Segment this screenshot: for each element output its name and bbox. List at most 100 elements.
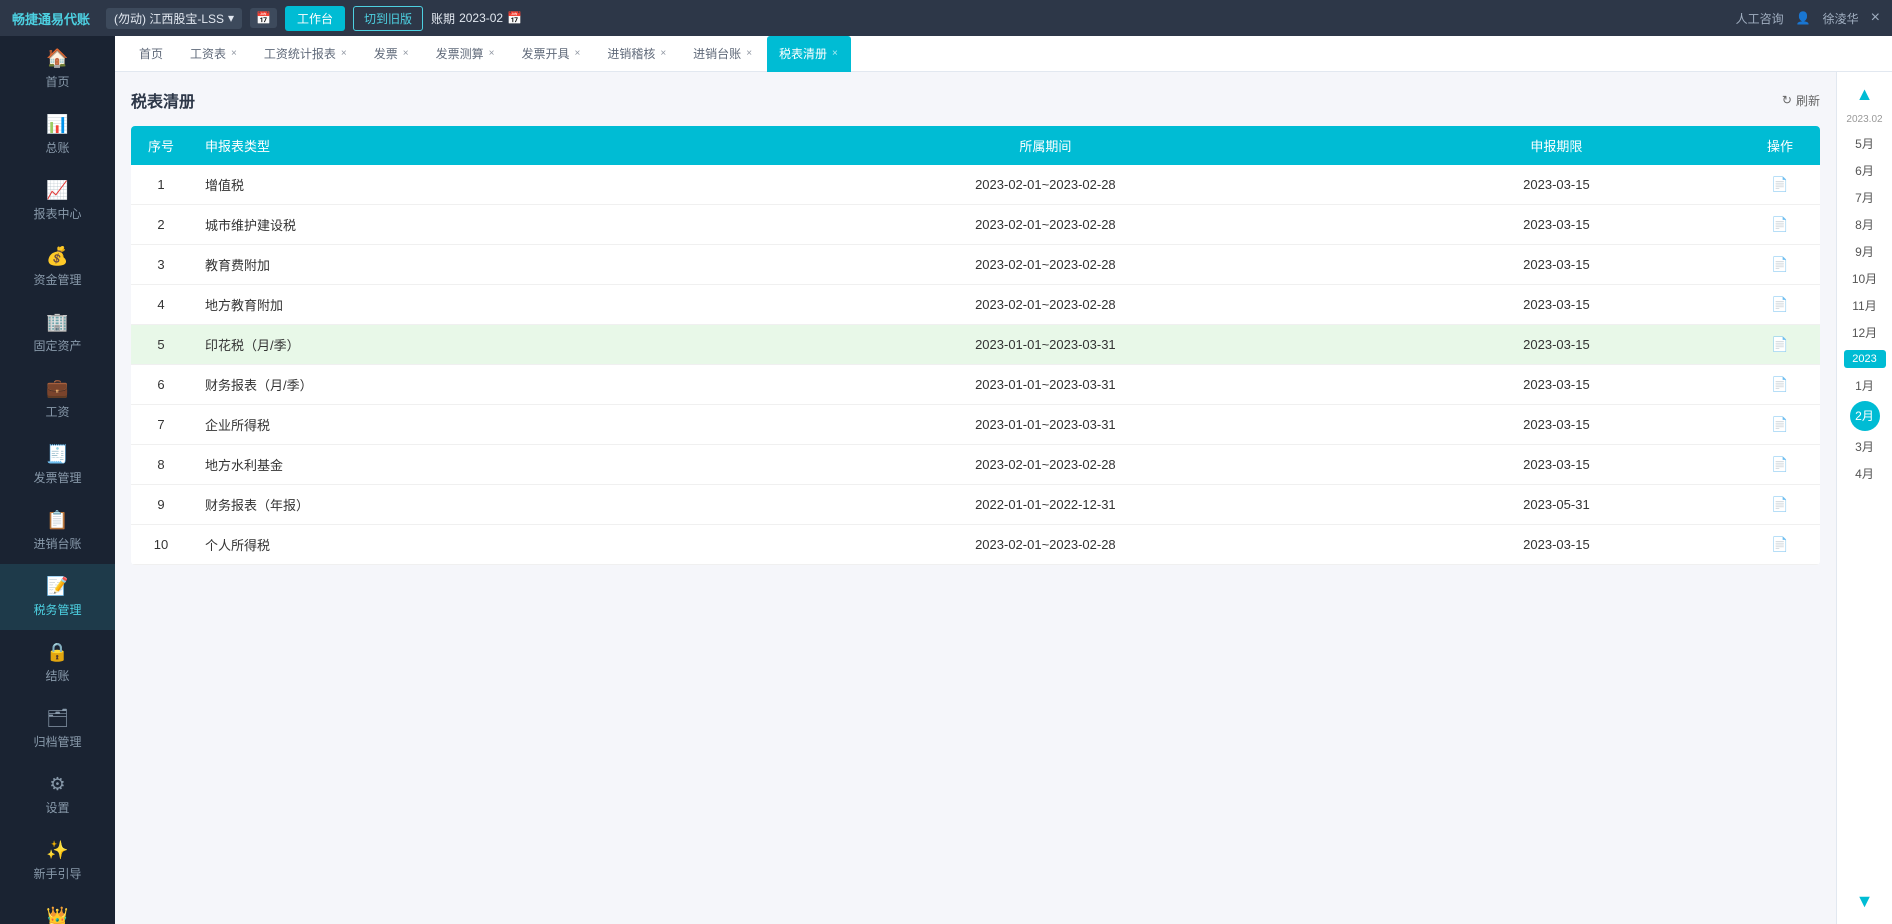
refresh-button[interactable]: ↻ 刷新: [1782, 92, 1820, 109]
cell-period: 2023-01-01~2023-03-31: [718, 325, 1373, 365]
sidebar-item-guide[interactable]: ✨ 新手引导: [0, 828, 115, 894]
sidebar-label-close: 结账: [45, 667, 69, 684]
col-seq: 序号: [131, 126, 191, 165]
tab-salary-report[interactable]: 工资统计报表 ×: [252, 36, 360, 72]
year-current-label: 2023.02: [1837, 109, 1892, 130]
sidebar-item-member[interactable]: 👑 畅会员: [0, 894, 115, 924]
cell-action: 📄: [1740, 365, 1820, 405]
view-action-btn[interactable]: 📄: [1767, 254, 1792, 275]
month-7[interactable]: 7月: [1845, 184, 1885, 211]
tab-close-invoice[interactable]: ×: [403, 48, 409, 59]
tab-invoice-check[interactable]: 发票测算 ×: [424, 36, 508, 72]
cell-period: 2022-01-01~2022-12-31: [718, 485, 1373, 525]
col-action: 操作: [1740, 126, 1820, 165]
sidebar-item-fixed[interactable]: 🏢 固定资产: [0, 300, 115, 366]
customer-service-btn[interactable]: 人工咨询: [1736, 10, 1784, 27]
nav-up-arrow[interactable]: ▲: [1852, 80, 1878, 109]
view-action-btn[interactable]: 📄: [1767, 414, 1792, 435]
company-selector[interactable]: (勿动) 江西股宝-LSS ▾: [106, 8, 242, 29]
view-action-btn[interactable]: 📄: [1767, 174, 1792, 195]
workspace-button[interactable]: 工作台: [285, 6, 345, 31]
sidebar-item-ledger[interactable]: 📊 总账: [0, 102, 115, 168]
username: 徐淩华: [1823, 10, 1859, 27]
switch-old-button[interactable]: 切到旧版: [353, 6, 423, 31]
cell-deadline: 2023-03-15: [1373, 445, 1740, 485]
calendar-icon-btn[interactable]: 📅: [250, 8, 277, 28]
month-2023-2[interactable]: 2月: [1850, 401, 1880, 431]
month-9[interactable]: 9月: [1845, 238, 1885, 265]
view-action-btn[interactable]: 📄: [1767, 494, 1792, 515]
month-12[interactable]: 12月: [1845, 319, 1885, 346]
cell-seq: 9: [131, 485, 191, 525]
sidebar-item-close[interactable]: 🔒 结账: [0, 630, 115, 696]
sidebar-item-capital[interactable]: 💰 资金管理: [0, 234, 115, 300]
nav-down-arrow[interactable]: ▼: [1852, 887, 1878, 916]
cell-type: 个人所得税: [191, 525, 718, 565]
month-11[interactable]: 11月: [1845, 292, 1885, 319]
cell-type: 企业所得税: [191, 405, 718, 445]
sidebar-item-invoice[interactable]: 🧾 发票管理: [0, 432, 115, 498]
cell-type: 财务报表（年报）: [191, 485, 718, 525]
month-10[interactable]: 10月: [1845, 265, 1885, 292]
view-action-btn[interactable]: 📄: [1767, 294, 1792, 315]
cell-period: 2023-02-01~2023-02-28: [718, 165, 1373, 205]
page-header: 税表清册 ↻ 刷新: [131, 88, 1820, 112]
cell-deadline: 2023-05-31: [1373, 485, 1740, 525]
close-icon[interactable]: ×: [1871, 9, 1880, 27]
sidebar-item-archive[interactable]: 🗂 归档管理: [0, 696, 115, 762]
view-action-btn[interactable]: 📄: [1767, 454, 1792, 475]
sidebar-item-home[interactable]: 🏠 首页: [0, 36, 115, 102]
tab-salary[interactable]: 工资表 ×: [178, 36, 250, 72]
view-action-btn[interactable]: 📄: [1767, 214, 1792, 235]
main-layout: 🏠 首页 📊 总账 📈 报表中心 💰 资金管理 🏢 固定资产 💼 工资 🧾 发票…: [0, 36, 1892, 924]
view-action-btn[interactable]: 📄: [1767, 374, 1792, 395]
tab-inout-check[interactable]: 进销稽核 ×: [595, 36, 679, 72]
cell-action: 📄: [1740, 165, 1820, 205]
months-2023-list: 1月 2月 3月 4月: [1837, 372, 1892, 487]
tab-home[interactable]: 首页: [127, 36, 176, 72]
sidebar-item-inout[interactable]: 📋 进销台账: [0, 498, 115, 564]
sidebar-item-settings[interactable]: ⚙ 设置: [0, 762, 115, 828]
table-row: 8地方水利基金2023-02-01~2023-02-282023-03-15📄: [131, 445, 1820, 485]
view-action-btn[interactable]: 📄: [1767, 534, 1792, 555]
tab-close-invoice-check[interactable]: ×: [489, 48, 495, 59]
cell-seq: 7: [131, 405, 191, 445]
month-8[interactable]: 8月: [1845, 211, 1885, 238]
report-icon: 📈: [46, 180, 68, 201]
cell-seq: 10: [131, 525, 191, 565]
tab-inout-ledger[interactable]: 进销台账 ×: [681, 36, 765, 72]
archive-icon: 🗂: [46, 708, 69, 729]
app-logo: 畅捷通易代账: [12, 9, 90, 28]
sidebar: 🏠 首页 📊 总账 📈 报表中心 💰 资金管理 🏢 固定资产 💼 工资 🧾 发票…: [0, 36, 115, 924]
month-5[interactable]: 5月: [1845, 130, 1885, 157]
month-2023-1[interactable]: 1月: [1845, 372, 1885, 399]
month-2023-3[interactable]: 3月: [1845, 433, 1885, 460]
content-area: 首页 工资表 × 工资统计报表 × 发票 × 发票测算 × 发票开具 ×: [115, 36, 1892, 924]
tab-invoice[interactable]: 发票 ×: [362, 36, 422, 72]
sidebar-item-tax[interactable]: 📝 税务管理: [0, 564, 115, 630]
tab-close-invoice-open[interactable]: ×: [574, 48, 580, 59]
top-bar: 畅捷通易代账 (勿动) 江西股宝-LSS ▾ 📅 工作台 切到旧版 账期 202…: [0, 0, 1892, 36]
chevron-down-icon: ▾: [228, 11, 234, 25]
sidebar-item-report[interactable]: 📈 报表中心: [0, 168, 115, 234]
tab-close-salary-report[interactable]: ×: [341, 48, 347, 59]
month-2023-4[interactable]: 4月: [1845, 460, 1885, 487]
tab-close-tax-register[interactable]: ×: [832, 48, 838, 59]
cell-period: 2023-01-01~2023-03-31: [718, 365, 1373, 405]
tab-tax-register[interactable]: 税表清册 ×: [767, 36, 851, 72]
tab-close-salary[interactable]: ×: [231, 48, 237, 59]
page-title: 税表清册: [131, 88, 195, 112]
sidebar-label-capital: 资金管理: [33, 271, 81, 288]
cell-seq: 8: [131, 445, 191, 485]
capital-icon: 💰: [46, 246, 68, 267]
cell-type: 财务报表（月/季）: [191, 365, 718, 405]
table-row: 6财务报表（月/季）2023-01-01~2023-03-312023-03-1…: [131, 365, 1820, 405]
sidebar-label-archive: 归档管理: [33, 733, 81, 750]
tab-close-inout-ledger[interactable]: ×: [746, 48, 752, 59]
tab-close-inout-check[interactable]: ×: [660, 48, 666, 59]
cell-type: 地方水利基金: [191, 445, 718, 485]
tab-invoice-open[interactable]: 发票开具 ×: [509, 36, 593, 72]
view-action-btn[interactable]: 📄: [1767, 334, 1792, 355]
sidebar-item-salary[interactable]: 💼 工资: [0, 366, 115, 432]
month-6[interactable]: 6月: [1845, 157, 1885, 184]
